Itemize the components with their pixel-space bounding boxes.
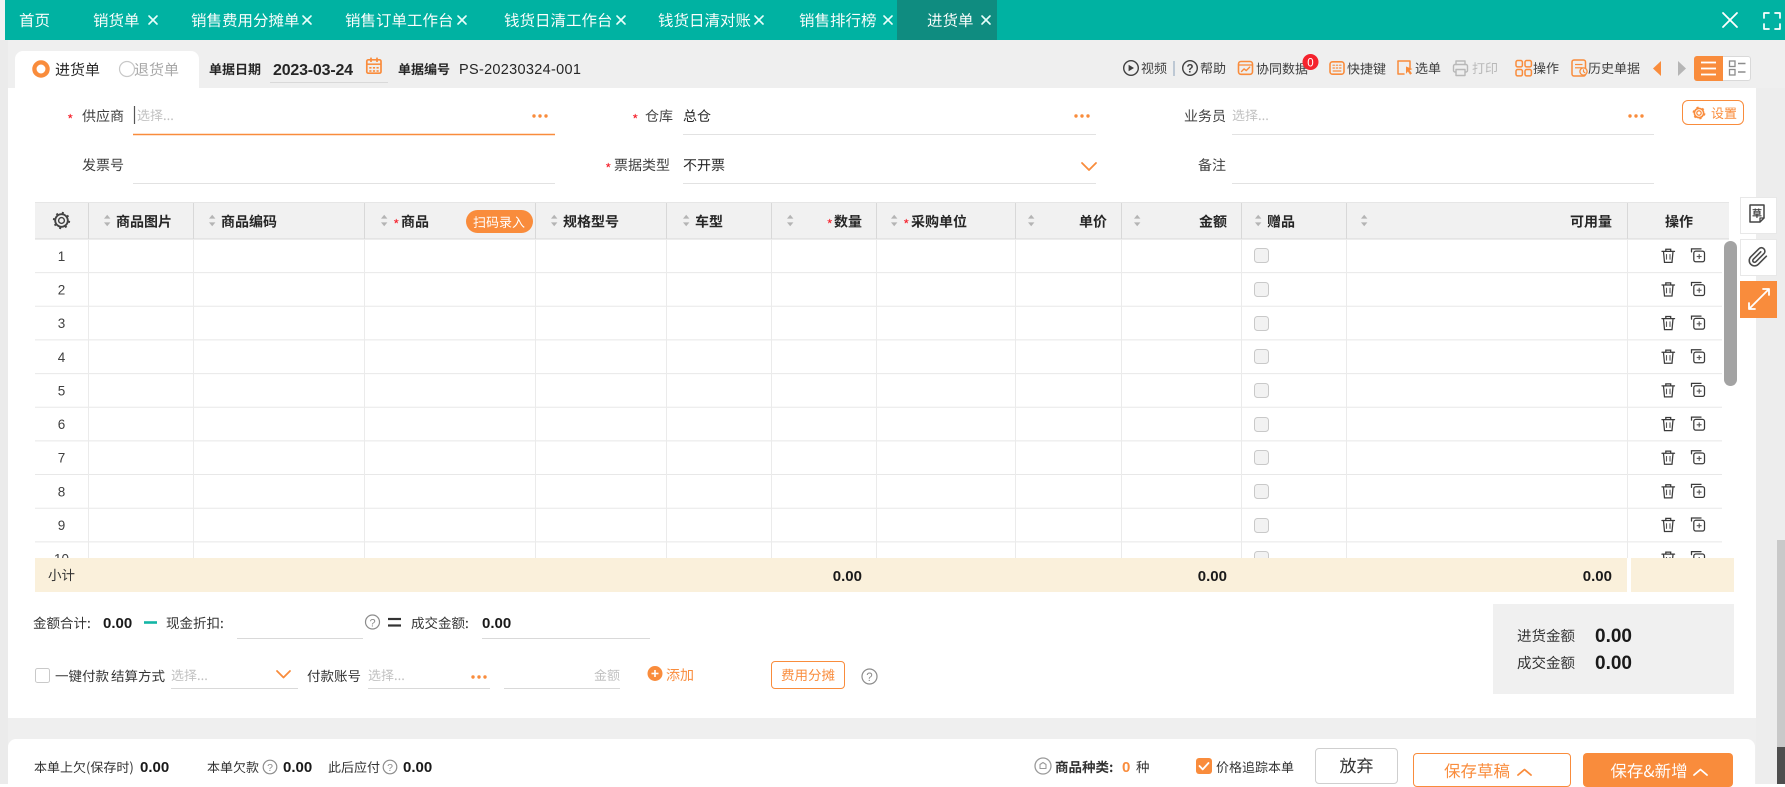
- svg-text:0.00: 0.00: [1198, 568, 1227, 585]
- svg-text:0.00: 0.00: [403, 759, 432, 776]
- svg-text:4: 4: [58, 350, 66, 365]
- svg-text:0.00: 0.00: [833, 568, 862, 585]
- svg-text:?: ?: [866, 672, 872, 684]
- svg-text:0.00: 0.00: [103, 615, 132, 632]
- svg-text:0.00: 0.00: [1583, 568, 1612, 585]
- svg-text:6: 6: [58, 417, 66, 432]
- svg-text:?: ?: [1186, 64, 1193, 76]
- svg-text:9: 9: [58, 518, 66, 533]
- svg-text:0.00: 0.00: [482, 615, 511, 632]
- svg-text:7: 7: [58, 451, 66, 466]
- svg-text:10: 10: [54, 552, 69, 567]
- svg-text:2: 2: [58, 283, 66, 298]
- svg-text:0.00: 0.00: [140, 759, 169, 776]
- svg-text:2023-03-24: 2023-03-24: [273, 62, 353, 79]
- svg-text:1: 1: [58, 249, 66, 264]
- svg-text:3: 3: [58, 316, 66, 331]
- svg-text:?: ?: [369, 617, 375, 629]
- svg-text:0: 0: [1307, 57, 1313, 69]
- svg-text:0.00: 0.00: [283, 759, 312, 776]
- svg-text:?: ?: [267, 762, 273, 774]
- svg-text:5: 5: [58, 383, 66, 398]
- svg-text:0.00: 0.00: [1595, 626, 1632, 647]
- svg-text:PS-20230324-001: PS-20230324-001: [459, 62, 581, 78]
- svg-text:?: ?: [387, 762, 393, 774]
- svg-text:8: 8: [58, 484, 66, 499]
- svg-text:0: 0: [1122, 759, 1130, 776]
- svg-text:0.00: 0.00: [1595, 653, 1632, 674]
